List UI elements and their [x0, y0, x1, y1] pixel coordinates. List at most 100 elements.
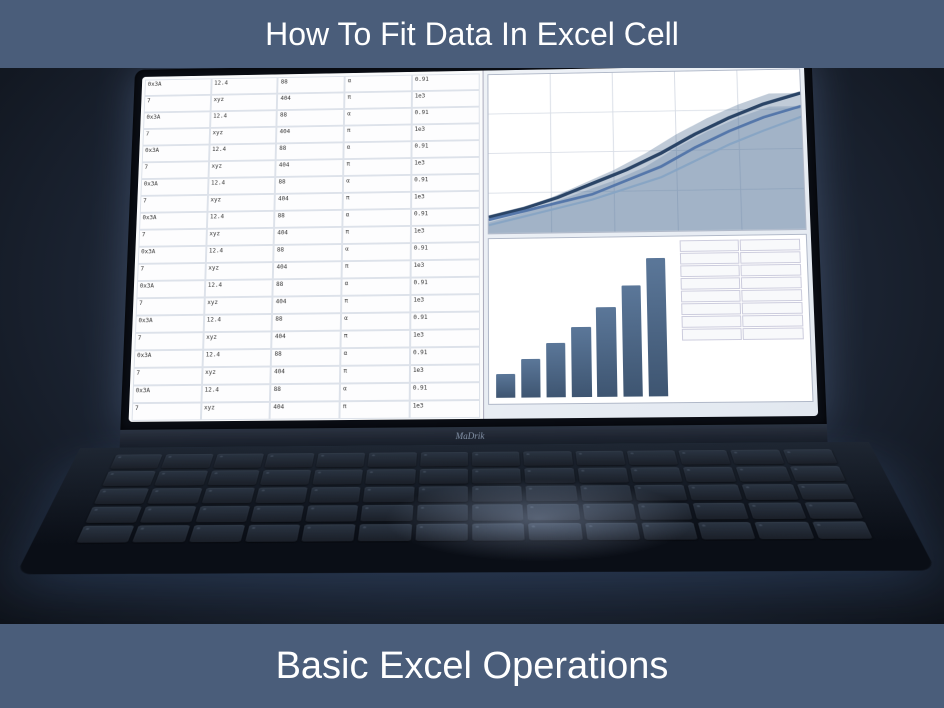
spreadsheet-cell: α: [342, 243, 411, 261]
keyboard-key: [472, 452, 520, 467]
line-chart: [487, 68, 806, 234]
spreadsheet-cell: π: [340, 365, 410, 383]
spreadsheet-cell: 1e3: [412, 90, 480, 108]
keyboard-key: [582, 503, 636, 520]
spreadsheet-cell: 0x3A: [134, 350, 203, 368]
keyboard-key: [102, 471, 156, 486]
spreadsheet-cell: 404: [273, 261, 342, 279]
bar: [596, 307, 617, 397]
spreadsheet-cell: π: [344, 124, 412, 142]
spreadsheet-cell: 0.91: [411, 208, 480, 226]
charts-panel: [483, 68, 818, 419]
spreadsheet-cell: 7: [132, 403, 202, 421]
spreadsheet-cell: 0.91: [410, 347, 480, 365]
spreadsheet-cell: xyz: [209, 127, 277, 145]
spreadsheet-cell: 12.4: [206, 245, 274, 263]
spreadsheet-cell: 1e3: [410, 364, 480, 382]
keyboard-key: [637, 503, 692, 520]
spreadsheet-cell: 0x3A: [135, 315, 204, 333]
spreadsheet-cell: 1e3: [411, 191, 479, 209]
keyboard-key: [147, 488, 202, 504]
keyboard-key: [585, 523, 640, 540]
spreadsheet-cell: xyz: [203, 331, 272, 349]
keyboard-key: [693, 503, 750, 520]
keyboard-key: [305, 505, 358, 522]
spreadsheet-cell: 404: [270, 401, 340, 419]
spreadsheet-cell: 0.91: [410, 277, 479, 295]
keyboard-key: [523, 451, 572, 466]
laptop: 0x3A12.488α0.917xyz404π1e30x3A12.488α0.9…: [72, 68, 878, 624]
mini-table-cell: [682, 315, 742, 327]
bar: [621, 285, 643, 396]
mini-table-cell: [741, 264, 801, 276]
spreadsheet-cell: xyz: [204, 297, 273, 315]
spreadsheet-cell: 404: [276, 126, 344, 144]
mini-table-cell: [680, 239, 740, 251]
keyboard-key: [683, 467, 737, 482]
spreadsheet-cell: 12.4: [207, 211, 275, 229]
spreadsheet-cell: 0x3A: [144, 78, 211, 96]
keyboard-key: [748, 502, 806, 519]
mini-table-cell: [681, 277, 741, 289]
keyboard-keys: [66, 449, 883, 565]
spreadsheet-cell: α: [343, 175, 411, 193]
spreadsheet-cell: 12.4: [210, 110, 277, 128]
spreadsheet-cell: π: [341, 330, 410, 348]
bar: [646, 257, 669, 396]
spreadsheet-cell: 0.91: [410, 382, 480, 400]
keyboard-key: [313, 469, 364, 484]
spreadsheet-cell: 7: [141, 161, 209, 179]
mini-table-cell: [681, 303, 741, 315]
spreadsheet-cell: 7: [133, 367, 202, 385]
spreadsheet-cell: 88: [277, 109, 345, 127]
spreadsheet-cell: 0x3A: [132, 385, 202, 403]
keyboard-key: [309, 487, 361, 503]
mini-table-cell: [740, 239, 800, 251]
spreadsheet-cell: xyz: [206, 228, 274, 246]
spreadsheet-cell: 1e3: [410, 294, 479, 312]
spreadsheet-cell: 7: [136, 297, 205, 315]
mini-table-cell: [741, 276, 801, 288]
spreadsheet-cell: 88: [274, 210, 342, 228]
spreadsheet-cell: π: [340, 401, 410, 419]
spreadsheet-cell: 7: [144, 95, 211, 113]
mini-table-cell: [680, 252, 740, 264]
spreadsheet-cell: xyz: [201, 402, 271, 420]
keyboard-key: [201, 488, 255, 504]
keyboard-key: [363, 487, 414, 503]
spreadsheet-cell: 1e3: [410, 329, 480, 347]
keyboard-key: [472, 486, 522, 502]
spreadsheet-cell: 12.4: [203, 314, 272, 332]
spreadsheet-cell: xyz: [208, 160, 276, 178]
spreadsheet-cell: 0.91: [412, 73, 480, 91]
keyboard-key: [94, 488, 149, 504]
keyboard-key: [627, 450, 679, 465]
spreadsheet-cell: α: [344, 108, 412, 126]
bottom-banner: Basic Excel Operations: [0, 624, 944, 708]
keyboard-key: [634, 485, 688, 501]
spreadsheet-cell: 404: [276, 159, 344, 177]
spreadsheet-cell: 7: [142, 128, 209, 146]
keyboard-key: [416, 505, 467, 522]
spreadsheet-cell: xyz: [210, 94, 277, 112]
spreadsheet-cell: 0.91: [411, 140, 479, 158]
spreadsheet-cell: α: [341, 312, 410, 330]
top-banner-title: How To Fit Data In Excel Cell: [265, 16, 679, 53]
keyboard-key: [577, 468, 629, 483]
mini-table-cell: [682, 328, 742, 340]
keyboard-key: [260, 470, 312, 485]
spreadsheet-cell: 0.91: [411, 174, 479, 192]
spreadsheet-cell: 12.4: [202, 349, 271, 367]
line-chart-svg: [488, 69, 805, 233]
spreadsheet-cell: 12.4: [205, 279, 274, 297]
bar: [521, 358, 541, 397]
keyboard-key: [366, 469, 416, 484]
spreadsheet-cell: 404: [275, 193, 343, 211]
laptop-screen: 0x3A12.488α0.917xyz404π1e30x3A12.488α0.9…: [129, 68, 819, 422]
mini-table-cell: [743, 315, 803, 327]
keyboard-key: [525, 468, 575, 483]
keyboard-key: [804, 502, 863, 519]
keyboard-key: [140, 506, 196, 523]
spreadsheet-cell: 0x3A: [143, 111, 210, 129]
bar: [546, 343, 566, 397]
